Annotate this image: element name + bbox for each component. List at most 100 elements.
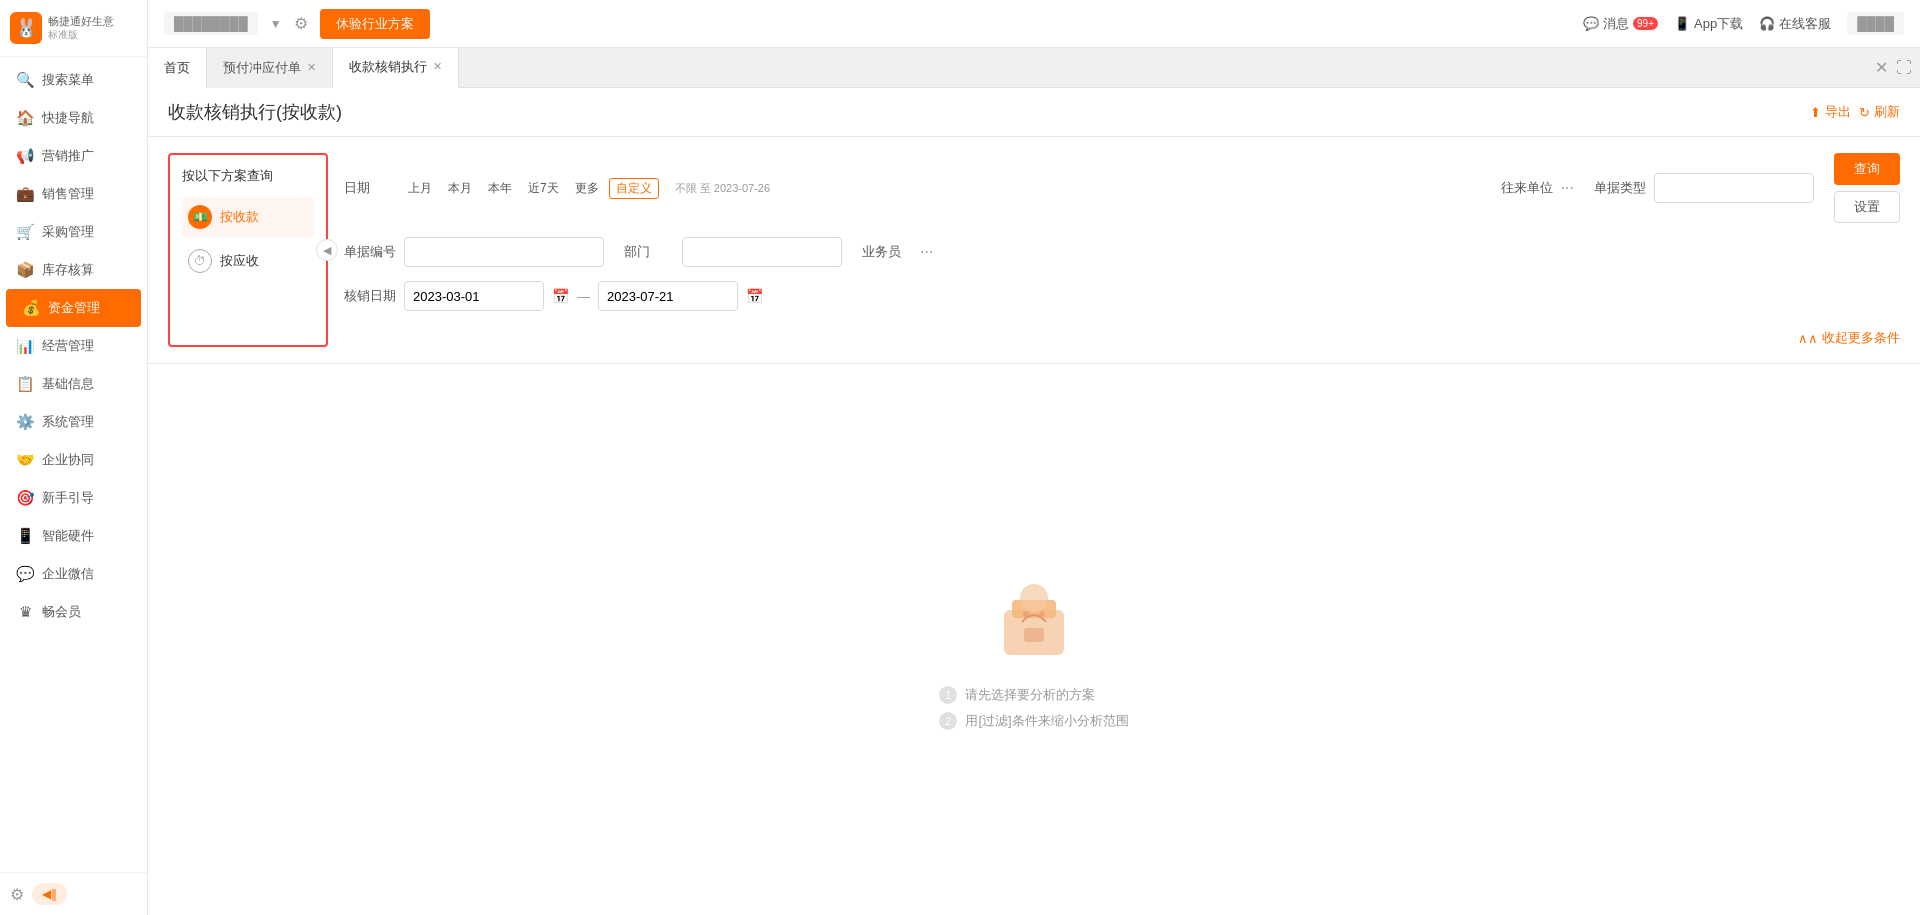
topbar-gear-icon[interactable]: ⚙ — [294, 14, 308, 33]
hint-text-2: 用[过滤]条件来缩小分析范围 — [965, 712, 1128, 730]
page-header: 收款核销执行(按收款) ⬆ 导出 ↻ 刷新 — [148, 88, 1920, 137]
refresh-button[interactable]: ↻ 刷新 — [1859, 103, 1900, 121]
last-month-btn[interactable]: 上月 — [402, 178, 438, 199]
company-name[interactable]: ████████ — [164, 12, 258, 35]
sidebar-item-search[interactable]: 🔍 搜索菜单 — [0, 61, 147, 99]
tab-prepay-close[interactable]: ✕ — [307, 61, 316, 74]
sidebar-item-newbie[interactable]: 🎯 新手引导 — [0, 479, 147, 517]
sidebar-item-hardware[interactable]: 📱 智能硬件 — [0, 517, 147, 555]
target-icon: 🎯 — [16, 489, 34, 507]
filter-scheme-title: 按以下方案查询 — [182, 167, 314, 185]
sidebar-item-label: 畅会员 — [42, 603, 81, 621]
this-year-btn[interactable]: 本年 — [482, 178, 518, 199]
doc-type-label: 单据类型 — [1594, 179, 1646, 197]
receipt-option-label: 按收款 — [220, 208, 259, 226]
filter-row-3: 核销日期 📅 — 📅 — [344, 281, 1900, 311]
service-label: 在线客服 — [1779, 15, 1831, 33]
home-icon: 🏠 — [16, 109, 34, 127]
crown-icon: ♛ — [16, 603, 34, 621]
more-date-btn[interactable]: 更多 — [569, 178, 605, 199]
service-icon: 🎧 — [1759, 16, 1775, 31]
sidebar-item-quick-nav[interactable]: 🏠 快捷导航 — [0, 99, 147, 137]
writeoff-date-label: 核销日期 — [344, 287, 396, 305]
doc-no-input[interactable] — [404, 237, 604, 267]
user-account[interactable]: ████ — [1847, 12, 1904, 35]
page-title: 收款核销执行(按收款) — [168, 100, 342, 124]
filter-area: 按以下方案查询 💵 按收款 ⏱ 按应收 ◀ 日期 — [148, 137, 1920, 364]
calendar-to-icon[interactable]: 📅 — [746, 288, 763, 304]
dropdown-icon[interactable]: ▼ — [270, 17, 282, 31]
doc-type-field: 单据类型 — [1594, 173, 1814, 203]
expand-tabs-icon[interactable]: ⛶ — [1896, 59, 1912, 77]
sidebar-item-finance[interactable]: 💰 资金管理 — [6, 289, 141, 327]
this-month-btn[interactable]: 本月 — [442, 178, 478, 199]
date-options: 上月 本月 本年 近7天 更多 自定义 — [402, 178, 659, 199]
sidebar-item-label: 快捷导航 — [42, 109, 94, 127]
messages-button[interactable]: 💬 消息 99+ — [1583, 15, 1658, 33]
collapse-more-button[interactable]: ∧∧ 收起更多条件 — [1798, 325, 1900, 347]
sidebar-item-sales[interactable]: 💼 销售管理 — [0, 175, 147, 213]
calendar-from-icon[interactable]: 📅 — [552, 288, 569, 304]
tab-prepay-label: 预付冲应付单 — [223, 59, 301, 77]
main-area: ████████ ▼ ⚙ 休验行业方案 💬 消息 99+ 📱 App下载 🎧 在… — [148, 0, 1920, 915]
tab-home-label: 首页 — [164, 59, 190, 77]
sidebar-item-label: 采购管理 — [42, 223, 94, 241]
last-7-days-btn[interactable]: 近7天 — [522, 178, 565, 199]
doc-type-select[interactable] — [1654, 173, 1814, 203]
sidebar-item-system[interactable]: ⚙️ 系统管理 — [0, 403, 147, 441]
collapse-label: 收起更多条件 — [1822, 329, 1900, 347]
writeoff-date-from-input[interactable] — [404, 281, 544, 311]
sidebar-item-marketing[interactable]: 📢 营销推广 — [0, 137, 147, 175]
tab-home[interactable]: 首页 — [148, 48, 207, 88]
close-all-tabs-icon[interactable]: ✕ — [1875, 58, 1888, 77]
sidebar-item-vip[interactable]: ♛ 畅会员 — [0, 593, 147, 631]
tab-prepay[interactable]: 预付冲应付单 ✕ — [207, 48, 333, 88]
sidebar-item-label: 企业协同 — [42, 451, 94, 469]
filter-option-by-receipt[interactable]: 💵 按收款 — [182, 197, 314, 237]
tab-receipt-close[interactable]: ✕ — [433, 60, 442, 73]
sidebar-item-basics[interactable]: 📋 基础信息 — [0, 365, 147, 403]
date-field: 日期 上月 本月 本年 近7天 更多 自定义 不限 至 2023-07-26 — [344, 178, 770, 199]
query-button[interactable]: 查询 — [1834, 153, 1900, 185]
svg-point-4 — [1039, 611, 1045, 617]
filter-sidebar-collapse-button[interactable]: ◀ — [316, 239, 338, 261]
topbar: ████████ ▼ ⚙ 休验行业方案 💬 消息 99+ 📱 App下载 🎧 在… — [148, 0, 1920, 48]
app-icon: 📱 — [1674, 16, 1690, 31]
writeoff-date-to-input[interactable] — [598, 281, 738, 311]
hint-text-1: 请先选择要分析的方案 — [965, 686, 1095, 704]
search-icon: 🔍 — [16, 71, 34, 89]
tab-receipt-writeoff[interactable]: 收款核销执行 ✕ — [333, 48, 459, 88]
sidebar-item-enterprise[interactable]: 🤝 企业协同 — [0, 441, 147, 479]
export-button[interactable]: ⬆ 导出 — [1810, 103, 1851, 121]
sidebar-item-purchase[interactable]: 🛒 采购管理 — [0, 213, 147, 251]
sidebar-item-label: 资金管理 — [48, 299, 100, 317]
sidebar-collapse-button[interactable]: ◀‖ — [32, 883, 67, 905]
sidebar-item-label: 智能硬件 — [42, 527, 94, 545]
tabbar-actions: ✕ ⛶ — [1867, 58, 1920, 77]
custom-date-btn[interactable]: 自定义 — [609, 178, 659, 199]
sidebar-item-label: 营销推广 — [42, 147, 94, 165]
tabbar: 首页 预付冲应付单 ✕ 收款核销执行 ✕ ✕ ⛶ — [148, 48, 1920, 88]
sidebar-item-label: 基础信息 — [42, 375, 94, 393]
sidebar-item-label: 经营管理 — [42, 337, 94, 355]
salesperson-ellipsis[interactable]: ··· — [920, 243, 933, 261]
settings-footer-icon[interactable]: ⚙ — [10, 885, 24, 904]
industry-solution-button[interactable]: 休验行业方案 — [320, 9, 430, 39]
customer-service-button[interactable]: 🎧 在线客服 — [1759, 15, 1831, 33]
partner-ellipsis[interactable]: ··· — [1561, 179, 1574, 197]
department-select[interactable] — [682, 237, 842, 267]
messages-badge: 99+ — [1633, 17, 1658, 30]
page-content: 收款核销执行(按收款) ⬆ 导出 ↻ 刷新 按以下方案查询 💵 按收款 — [148, 88, 1920, 915]
filter-main: 日期 上月 本月 本年 近7天 更多 自定义 不限 至 2023-07-26 — [344, 153, 1900, 347]
hint-num-2: 2 — [939, 712, 957, 730]
setting-button[interactable]: 设置 — [1834, 191, 1900, 223]
export-icon: ⬆ — [1810, 105, 1821, 120]
sidebar-item-inventory[interactable]: 📦 库存核算 — [0, 251, 147, 289]
sidebar-item-operations[interactable]: 📊 经营管理 — [0, 327, 147, 365]
sidebar-item-wechat[interactable]: 💬 企业微信 — [0, 555, 147, 593]
message-icon: 💬 — [1583, 16, 1599, 31]
filter-option-by-receivable[interactable]: ⏱ 按应收 — [182, 241, 314, 281]
topbar-right: 💬 消息 99+ 📱 App下载 🎧 在线客服 ████ — [1583, 12, 1904, 35]
app-download-button[interactable]: 📱 App下载 — [1674, 15, 1743, 33]
filter-scheme-panel: 按以下方案查询 💵 按收款 ⏱ 按应收 ◀ — [168, 153, 328, 347]
